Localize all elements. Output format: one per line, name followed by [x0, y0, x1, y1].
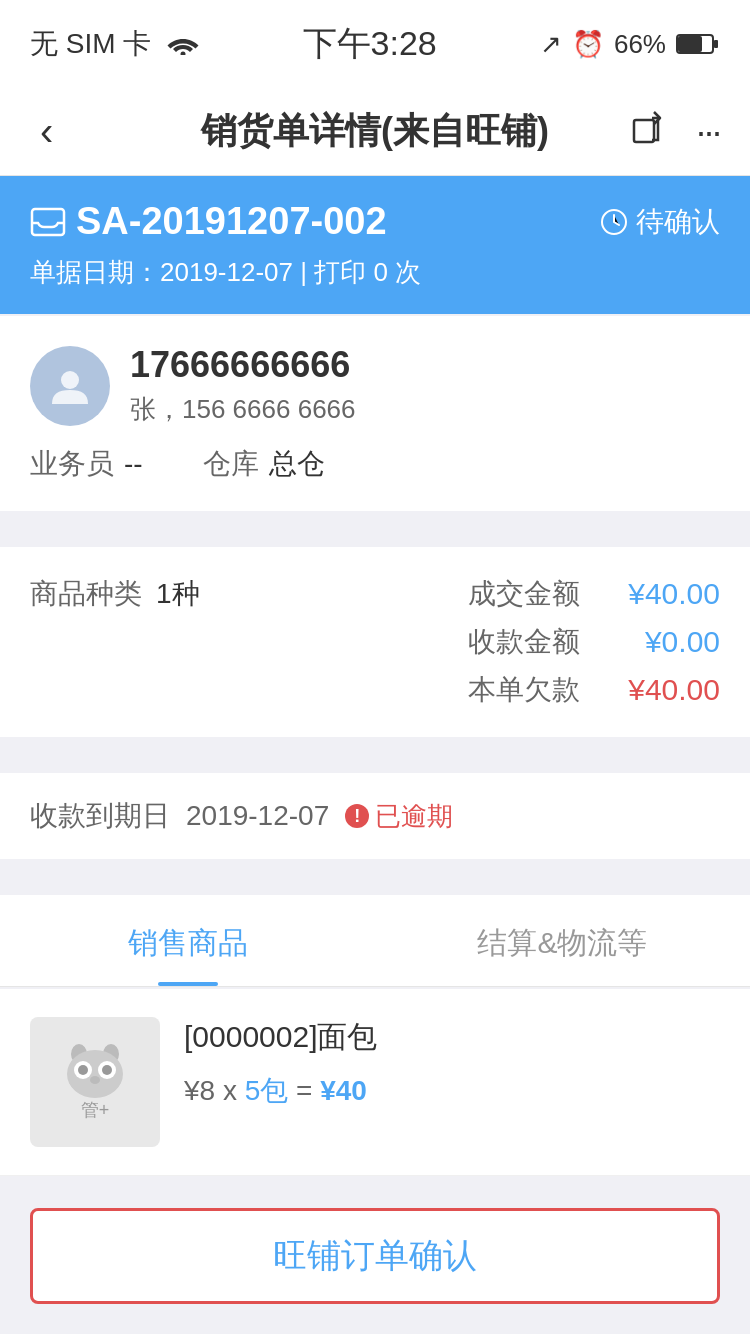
nav-title: 销货单详情(来自旺铺)	[201, 107, 549, 156]
wifi-icon	[167, 33, 199, 55]
order-id: SA-20191207-002	[30, 200, 387, 243]
salesperson-item: 业务员 --	[30, 445, 143, 483]
summary-left: 商品种类 1种	[30, 575, 200, 613]
tab-sales-goods[interactable]: 销售商品	[0, 895, 375, 986]
status-bar: 无 SIM 卡 下午3:28 ↗ ⏰ 66%	[0, 0, 750, 88]
due-section: 收款到期日 2019-12-07 ! 已逾期	[0, 773, 750, 859]
deal-amount-row: 成交金额 ¥40.00	[468, 575, 720, 613]
more-icon[interactable]: ···	[696, 111, 720, 153]
customer-section: 17666666666 张，156 6666 6666 业务员 -- 仓库 总仓	[0, 316, 750, 511]
svg-point-13	[78, 1065, 88, 1075]
due-date-value: 2019-12-07	[186, 800, 329, 832]
owl-plus-text: 管+	[81, 1098, 110, 1122]
battery-percent: 66%	[614, 29, 666, 60]
overdue-text: 已逾期	[375, 799, 453, 834]
product-list: 管+ [0000002]面包 ¥8 x 5包 = ¥40	[0, 989, 750, 1176]
tab-settlement[interactable]: 结算&物流等	[375, 895, 750, 986]
confirm-button-wrap: 旺铺订单确认	[0, 1188, 750, 1334]
overdue-dot-icon: !	[345, 804, 369, 828]
due-date-label: 收款到期日	[30, 797, 170, 835]
alarm-icon: ⏰	[572, 29, 604, 60]
divider1	[0, 511, 750, 529]
product-thumb-inner: 管+	[55, 1042, 135, 1122]
product-eq: =	[288, 1075, 320, 1106]
deal-amount-label: 成交金额	[468, 575, 580, 613]
order-header: SA-20191207-002 待确认 单据日期：2019-12-07 | 打印…	[0, 176, 750, 314]
product-qty: 5包	[245, 1075, 289, 1106]
svg-point-0	[181, 52, 186, 56]
customer-name: 张，156 6666 6666	[130, 392, 720, 427]
clock-icon	[600, 208, 628, 236]
avatar	[30, 346, 110, 426]
product-price: ¥8 x	[184, 1075, 245, 1106]
customer-row: 17666666666 张，156 6666 6666	[30, 344, 720, 427]
owed-label: 本单欠款	[468, 671, 580, 709]
salesperson-label: 业务员	[30, 445, 114, 483]
order-date: 单据日期：2019-12-07 | 打印 0 次	[30, 255, 720, 290]
order-status: 待确认	[600, 203, 720, 241]
status-carrier: 无 SIM 卡	[30, 25, 199, 63]
owed-row: 本单欠款 ¥40.00	[468, 671, 720, 709]
status-time: 下午3:28	[303, 21, 437, 67]
customer-phone: 17666666666	[130, 344, 720, 386]
warehouse-item: 仓库 总仓	[203, 445, 325, 483]
share-icon[interactable]	[630, 110, 666, 154]
svg-point-15	[90, 1076, 100, 1084]
location-icon: ↗	[540, 29, 562, 60]
svg-rect-3	[714, 40, 718, 48]
received-label: 收款金额	[468, 623, 580, 661]
overdue-badge: ! 已逾期	[345, 799, 453, 834]
order-header-row1: SA-20191207-002 待确认	[30, 200, 720, 243]
back-button[interactable]: ‹	[30, 99, 63, 164]
owed-value: ¥40.00	[600, 673, 720, 707]
category-label: 商品种类	[30, 575, 142, 613]
product-item: 管+ [0000002]面包 ¥8 x 5包 = ¥40	[0, 989, 750, 1176]
svg-rect-4	[634, 120, 654, 142]
svg-point-14	[102, 1065, 112, 1075]
status-right-icons: ↗ ⏰ 66%	[540, 29, 720, 60]
order-inbox-icon	[30, 207, 66, 237]
category-value: 1种	[156, 575, 200, 613]
divider3	[0, 859, 750, 877]
divider2	[0, 737, 750, 755]
salesperson-value: --	[124, 448, 143, 480]
deal-amount-value: ¥40.00	[600, 577, 720, 611]
warehouse-label: 仓库	[203, 445, 259, 483]
owl-logo-icon	[55, 1042, 135, 1102]
tabs-bar: 销售商品 结算&物流等	[0, 895, 750, 987]
warehouse-value: 总仓	[269, 445, 325, 483]
received-row: 收款金额 ¥0.00	[468, 623, 720, 661]
avatar-icon	[48, 364, 92, 408]
svg-rect-2	[678, 36, 702, 52]
product-thumbnail: 管+	[30, 1017, 160, 1147]
battery-icon	[676, 33, 720, 55]
product-name: [0000002]面包	[184, 1017, 720, 1058]
received-value: ¥0.00	[600, 625, 720, 659]
product-price-row: ¥8 x 5包 = ¥40	[184, 1072, 720, 1110]
summary-section: 商品种类 1种 成交金额 ¥40.00 收款金额 ¥0.00 本单欠款 ¥40.…	[0, 547, 750, 737]
nav-bar: ‹ 销货单详情(来自旺铺) ···	[0, 88, 750, 176]
product-total: ¥40	[320, 1075, 367, 1106]
summary-right: 成交金额 ¥40.00 收款金额 ¥0.00 本单欠款 ¥40.00	[468, 575, 720, 709]
customer-info: 17666666666 张，156 6666 6666	[130, 344, 720, 427]
nav-right-buttons: ···	[630, 110, 720, 154]
confirm-order-button[interactable]: 旺铺订单确认	[30, 1208, 720, 1304]
svg-point-7	[61, 371, 79, 389]
product-info: [0000002]面包 ¥8 x 5包 = ¥40	[184, 1017, 720, 1110]
customer-meta: 业务员 -- 仓库 总仓	[30, 445, 720, 483]
